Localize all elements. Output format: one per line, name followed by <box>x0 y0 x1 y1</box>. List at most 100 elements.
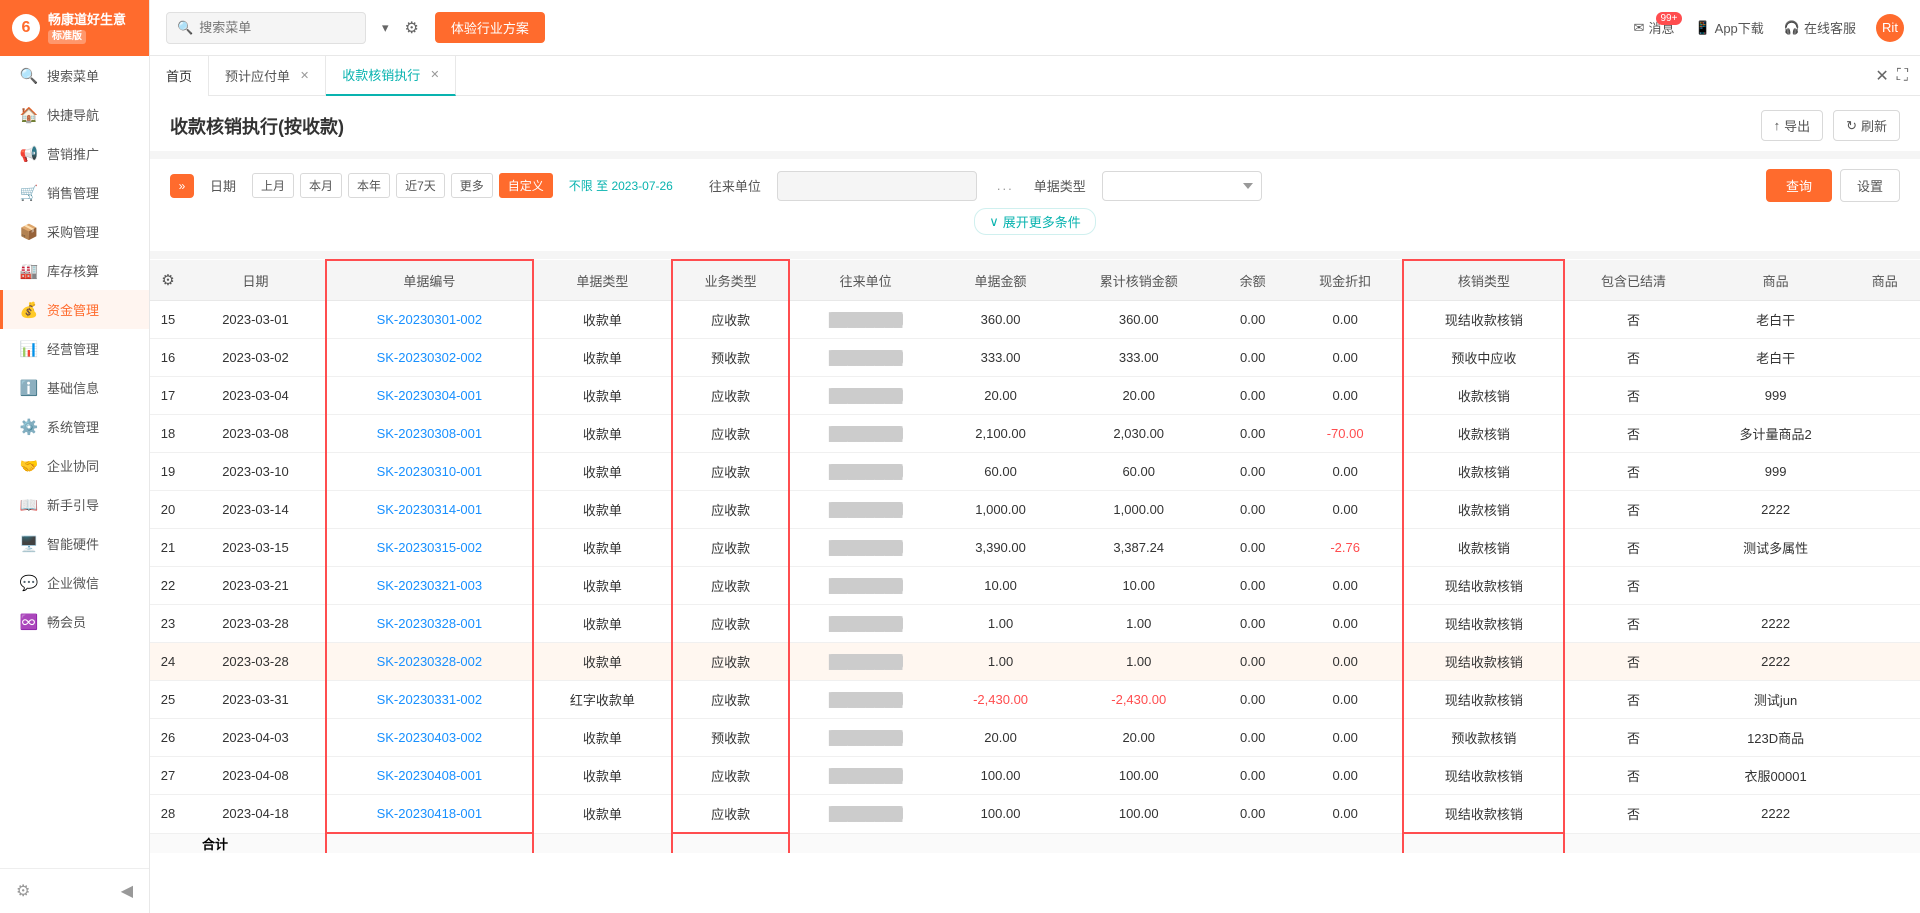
cell-biz-type: 应收款 <box>672 491 789 529</box>
doc-no-link[interactable]: SK-20230310-001 <box>377 464 483 479</box>
partner-input[interactable] <box>777 171 977 201</box>
last-month-btn[interactable]: 上月 <box>252 173 294 198</box>
cell-clear-type: 现结收款核销 <box>1403 681 1564 719</box>
industry-btn[interactable]: 体验行业方案 <box>435 12 545 43</box>
doc-no-link[interactable]: SK-20230331-002 <box>377 692 483 707</box>
sidebar-item-quick-nav[interactable]: 🏠 快捷导航 <box>0 95 149 134</box>
cell-doc-no: SK-20230418-001 <box>326 795 533 834</box>
cell-doc-type: 收款单 <box>533 301 672 339</box>
more-date-btn[interactable]: 更多 <box>451 173 493 198</box>
sidebar-item-member[interactable]: ♾️ 畅会员 <box>0 602 149 641</box>
sidebar-item-inventory[interactable]: 🏭 库存核算 <box>0 251 149 290</box>
user-avatar[interactable]: Rit <box>1876 14 1904 42</box>
sidebar-item-operations[interactable]: 📊 经营管理 <box>0 329 149 368</box>
th-gear[interactable]: ⚙ <box>150 260 186 301</box>
tab-pre-receipt[interactable]: 预计应付单 ✕ <box>209 56 326 96</box>
cell-settled: 否 <box>1564 453 1701 491</box>
sidebar-item-hardware[interactable]: 🖥️ 智能硬件 <box>0 524 149 563</box>
collapse-icon[interactable]: ◀ <box>121 881 133 901</box>
doc-type-select[interactable] <box>1102 171 1262 201</box>
doc-no-link[interactable]: SK-20230408-001 <box>377 768 483 783</box>
sidebar-item-finance[interactable]: 💰 资金管理 <box>0 290 149 329</box>
table-row: 15 2023-03-01 SK-20230301-002 收款单 应收款 ██… <box>150 301 1920 339</box>
doc-no-link[interactable]: SK-20230301-002 <box>377 312 483 327</box>
cell-clear-type: 现结收款核销 <box>1403 795 1564 834</box>
th-doc-no: 单据编号 <box>326 260 533 301</box>
cell-biz-type: 应收款 <box>672 757 789 795</box>
cell-doc-type: 收款单 <box>533 453 672 491</box>
this-year-btn[interactable]: 本年 <box>348 173 390 198</box>
doc-no-link[interactable]: SK-20230315-002 <box>377 540 483 555</box>
sidebar-item-sales[interactable]: 🛒 销售管理 <box>0 173 149 212</box>
last7days-btn[interactable]: 近7天 <box>396 173 445 198</box>
sidebar-item-purchase[interactable]: 📦 采购管理 <box>0 212 149 251</box>
doc-no-link[interactable]: SK-20230304-001 <box>377 388 483 403</box>
doc-no-link[interactable]: SK-20230314-001 <box>377 502 483 517</box>
th-date: 日期 <box>186 260 326 301</box>
sidebar-item-guide[interactable]: 📖 新手引导 <box>0 485 149 524</box>
message-icon: ✉ <box>1634 20 1645 36</box>
cell-product1: 999 <box>1702 377 1850 415</box>
cell-clear-type: 现结收款核销 <box>1403 643 1564 681</box>
sidebar-item-basic[interactable]: ℹ️ 基础信息 <box>0 368 149 407</box>
close-pre-receipt-tab[interactable]: ✕ <box>300 69 309 82</box>
sidebar-item-enterprise[interactable]: 🤝 企业协同 <box>0 446 149 485</box>
refresh-btn[interactable]: ↻ 刷新 <box>1833 110 1900 141</box>
maximize-tab-btn[interactable]: ⛶ <box>1897 67 1908 85</box>
expand-more-btn[interactable]: ∨ 展开更多条件 <box>974 208 1096 235</box>
app-download-btn[interactable]: 📱 App下载 <box>1694 18 1763 37</box>
sidebar-item-wechat[interactable]: 💬 企业微信 <box>0 563 149 602</box>
sidebar-label-inventory: 库存核算 <box>47 261 99 280</box>
dropdown-arrow[interactable]: ▾ <box>382 20 389 36</box>
doc-no-link[interactable]: SK-20230328-002 <box>377 654 483 669</box>
cell-clear-type: 现结收款核销 <box>1403 567 1564 605</box>
cell-accum-amount: 333.00 <box>1060 339 1218 377</box>
expand-filter-btn[interactable]: » <box>170 174 194 198</box>
cell-partner: ████████ <box>789 301 941 339</box>
custom-date-btn[interactable]: 自定义 <box>499 173 553 198</box>
tab-receipt-exec[interactable]: 收款核销执行 ✕ <box>326 56 456 96</box>
cell-doc-type: 收款单 <box>533 605 672 643</box>
sidebar-label-enterprise: 企业协同 <box>47 456 99 475</box>
message-btn[interactable]: ✉ 消息 99+ <box>1634 18 1675 37</box>
cell-seq: 20 <box>150 491 186 529</box>
cell-accum-amount: 10.00 <box>1060 567 1218 605</box>
close-tab-btn[interactable]: ✕ <box>1875 66 1888 86</box>
doc-no-link[interactable]: SK-20230302-002 <box>377 350 483 365</box>
setting-btn[interactable]: 设置 <box>1840 169 1900 202</box>
cell-seq: 28 <box>150 795 186 834</box>
search-icon: 🔍 <box>177 20 193 36</box>
sidebar-label-member: 畅会员 <box>47 612 86 631</box>
query-btn[interactable]: 查询 <box>1766 169 1832 202</box>
settings-icon[interactable]: ⚙ <box>16 881 30 901</box>
this-month-btn[interactable]: 本月 <box>300 173 342 198</box>
cell-balance: 0.00 <box>1217 377 1287 415</box>
cell-accum-amount: 1.00 <box>1060 605 1218 643</box>
cell-settled: 否 <box>1564 339 1701 377</box>
tab-home[interactable]: 首页 <box>150 56 209 96</box>
cell-date: 2023-03-28 <box>186 643 326 681</box>
cell-doc-no: SK-20230328-001 <box>326 605 533 643</box>
table-row: 16 2023-03-02 SK-20230302-002 收款单 预收款 ██… <box>150 339 1920 377</box>
doc-no-link[interactable]: SK-20230321-003 <box>377 578 483 593</box>
doc-no-link[interactable]: SK-20230418-001 <box>377 806 483 821</box>
table-row: 17 2023-03-04 SK-20230304-001 收款单 应收款 ██… <box>150 377 1920 415</box>
sidebar-item-marketing[interactable]: 📢 营销推广 <box>0 134 149 173</box>
sidebar-label-guide: 新手引导 <box>47 495 99 514</box>
cell-product1: 2222 <box>1702 643 1850 681</box>
cell-seq: 26 <box>150 719 186 757</box>
cell-doc-no: SK-20230321-003 <box>326 567 533 605</box>
doc-no-link[interactable]: SK-20230308-001 <box>377 426 483 441</box>
close-receipt-exec-tab[interactable]: ✕ <box>430 68 439 81</box>
doc-no-link[interactable]: SK-20230403-002 <box>377 730 483 745</box>
export-btn[interactable]: ↑ 导出 <box>1761 110 1824 141</box>
search-input[interactable] <box>199 20 339 35</box>
sidebar-item-system[interactable]: ⚙️ 系统管理 <box>0 407 149 446</box>
gear-icon[interactable]: ⚙ <box>405 18 419 38</box>
inventory-icon: 🏭 <box>19 262 39 280</box>
cell-doc-type: 收款单 <box>533 719 672 757</box>
cell-date: 2023-04-08 <box>186 757 326 795</box>
online-service-btn[interactable]: 🎧 在线客服 <box>1784 18 1856 37</box>
doc-no-link[interactable]: SK-20230328-001 <box>377 616 483 631</box>
sidebar-item-search[interactable]: 🔍 搜索菜单 <box>0 56 149 95</box>
